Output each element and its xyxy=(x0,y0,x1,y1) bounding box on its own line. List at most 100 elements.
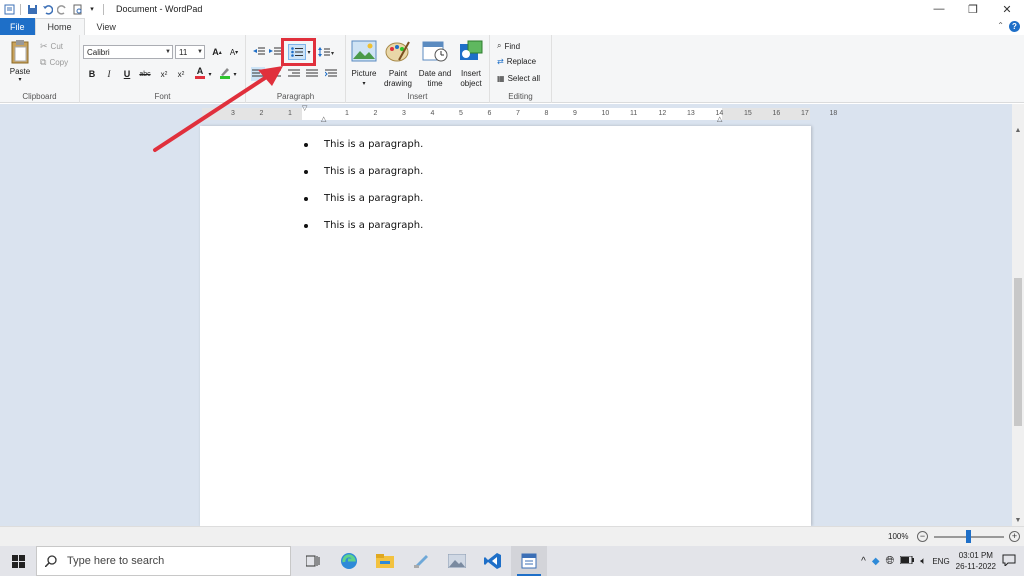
list-item[interactable]: This is a paragraph. xyxy=(304,193,423,204)
close-icon[interactable]: ✕ xyxy=(990,0,1024,18)
picture-dropdown-icon[interactable]: ▾ xyxy=(349,79,379,89)
justify-icon[interactable] xyxy=(305,67,319,81)
ruler-tick-label: 13 xyxy=(687,110,695,117)
italic-icon[interactable]: I xyxy=(102,67,116,81)
cut-button[interactable]: ✂ Cut xyxy=(40,41,63,52)
underline-icon[interactable]: U xyxy=(120,67,134,81)
font-size-select[interactable]: 11 ▼ xyxy=(175,45,205,59)
insert-group: Picture ▾ Paint drawing Date and time In… xyxy=(346,35,490,103)
scrollbar-thumb[interactable] xyxy=(1014,278,1022,426)
list-item[interactable]: This is a paragraph. xyxy=(304,139,423,150)
left-indent-marker[interactable]: △ xyxy=(321,115,326,123)
select-all-button[interactable]: ▦ Select all xyxy=(497,74,540,83)
list-item-text: This is a paragraph. xyxy=(324,193,424,204)
wordpad-taskbar-icon[interactable] xyxy=(511,546,547,576)
redo-icon[interactable] xyxy=(56,3,68,15)
picture-label: Picture xyxy=(351,69,377,78)
ruler-right-margin xyxy=(722,108,810,120)
paint-palette-icon xyxy=(385,41,410,62)
paste-dropdown-icon[interactable]: ▾ xyxy=(6,76,34,83)
list-item[interactable]: This is a paragraph. xyxy=(304,220,423,231)
bold-icon[interactable]: B xyxy=(85,67,99,81)
taskbar-search-box[interactable]: Type here to search xyxy=(36,546,291,576)
ruler-tick-label: 1 xyxy=(345,110,349,117)
network-globe-icon[interactable]: 🌐︎ xyxy=(886,555,895,568)
scroll-down-icon[interactable]: ▼ xyxy=(1012,514,1024,526)
tab-home[interactable]: Home xyxy=(34,18,85,35)
wordpad-app-icon[interactable] xyxy=(3,3,15,15)
input-language[interactable]: ENG xyxy=(932,557,949,566)
app-tray-icon[interactable]: ◆ xyxy=(872,556,880,567)
scroll-up-icon[interactable]: ▲ xyxy=(1012,124,1024,136)
paint-drawing-button[interactable]: Paint drawing xyxy=(382,39,414,89)
paragraph-group-label: Paragraph xyxy=(276,92,315,101)
qat-dropdown-icon[interactable]: ▾ xyxy=(86,3,98,15)
tab-file[interactable]: File xyxy=(0,18,35,35)
insert-object-button[interactable]: Insert object xyxy=(456,39,486,89)
taskbar-clock[interactable]: 03:01 PM 26-11-2022 xyxy=(956,550,996,572)
picture-button[interactable]: Picture ▾ xyxy=(349,39,379,89)
collapse-ribbon-icon[interactable]: ⌃ xyxy=(997,21,1004,30)
volume-icon[interactable]: 🔈︎ xyxy=(920,556,926,567)
file-explorer-icon[interactable] xyxy=(367,546,403,576)
zoom-slider-thumb[interactable] xyxy=(966,530,971,543)
line-spacing-icon[interactable]: ▾ xyxy=(317,45,335,59)
chevron-up-icon[interactable]: ^ xyxy=(861,556,866,567)
align-right-icon[interactable] xyxy=(287,67,301,81)
save-icon[interactable] xyxy=(26,3,38,15)
font-family-select[interactable]: Calibri ▼ xyxy=(83,45,173,59)
ruler-tick-label: 5 xyxy=(459,110,463,117)
edge-browser-icon[interactable] xyxy=(331,546,367,576)
increase-indent-icon[interactable] xyxy=(268,45,282,59)
restore-icon[interactable]: ❐ xyxy=(956,0,990,18)
minimize-icon[interactable]: — xyxy=(922,0,956,18)
photos-app-icon[interactable] xyxy=(439,546,475,576)
highlight-dropdown-icon[interactable]: ▾ xyxy=(231,67,239,81)
print-preview-icon[interactable] xyxy=(71,3,83,15)
zoom-in-icon[interactable]: + xyxy=(1009,531,1020,542)
first-line-indent-marker[interactable]: ▽ xyxy=(302,104,307,112)
vscode-icon[interactable] xyxy=(475,546,511,576)
chevron-down-icon: ▼ xyxy=(197,49,203,55)
ruler-left-margin xyxy=(202,108,302,120)
chevron-down-icon: ▼ xyxy=(165,49,171,55)
copy-button[interactable]: ⧉ Copy xyxy=(40,57,68,68)
subscript-icon[interactable]: x2 xyxy=(157,67,171,81)
undo-icon[interactable] xyxy=(41,3,53,15)
superscript-icon[interactable]: x2 xyxy=(174,67,188,81)
highlight-color-icon[interactable] xyxy=(218,65,232,79)
decrease-indent-icon[interactable] xyxy=(252,45,266,59)
ruler-tick-label: 18 xyxy=(829,110,838,117)
insert-object-icon xyxy=(460,40,483,60)
horizontal-ruler[interactable]: ▽ △ △ 3 2 1 1 2 3 4 5 6 7 8 9 10 11 12 13 14 15 16 17 18 xyxy=(202,105,837,123)
binoculars-icon: ⌕ xyxy=(497,41,502,50)
notifications-icon[interactable] xyxy=(1002,554,1016,568)
ruler-tick-label: 9 xyxy=(573,110,577,117)
start-button[interactable] xyxy=(0,546,36,576)
grow-font-icon[interactable]: A ▴ xyxy=(210,45,224,59)
zoom-out-icon[interactable]: − xyxy=(917,531,928,542)
paragraph-settings-icon[interactable] xyxy=(324,67,338,81)
help-icon[interactable]: ? xyxy=(1009,21,1020,32)
vertical-scrollbar[interactable]: ▲ ▼ xyxy=(1012,104,1024,526)
text-color-dropdown-icon[interactable]: ▾ xyxy=(206,67,214,81)
notepad-app-icon[interactable] xyxy=(403,546,439,576)
align-left-icon[interactable] xyxy=(251,67,265,81)
list-item[interactable]: This is a paragraph. xyxy=(304,166,423,177)
ruler-tick-label: 8 xyxy=(544,110,549,117)
align-center-icon[interactable] xyxy=(268,67,282,81)
replace-button[interactable]: ⇄ Replace xyxy=(497,57,536,66)
shrink-font-icon[interactable]: A ▾ xyxy=(227,45,241,59)
text-color-icon[interactable]: A xyxy=(193,65,207,79)
battery-icon[interactable] xyxy=(899,555,915,566)
ruler-tick-label: 14 xyxy=(715,110,724,117)
find-button[interactable]: ⌕ Find xyxy=(497,41,520,51)
system-tray: ^ ◆ 🌐︎ 🔈︎ ENG 03:01 PM 26-11-2022 xyxy=(861,546,1024,576)
tab-view[interactable]: View xyxy=(85,18,128,35)
document-page[interactable]: This is a paragraph. This is a paragraph… xyxy=(200,126,811,526)
date-time-button[interactable]: Date and time xyxy=(416,39,454,89)
strikethrough-icon[interactable]: abc xyxy=(138,67,152,81)
task-view-icon[interactable] xyxy=(295,546,331,576)
font-size-value: 11 xyxy=(179,47,188,57)
paste-button[interactable]: Paste ▾ xyxy=(6,39,34,83)
